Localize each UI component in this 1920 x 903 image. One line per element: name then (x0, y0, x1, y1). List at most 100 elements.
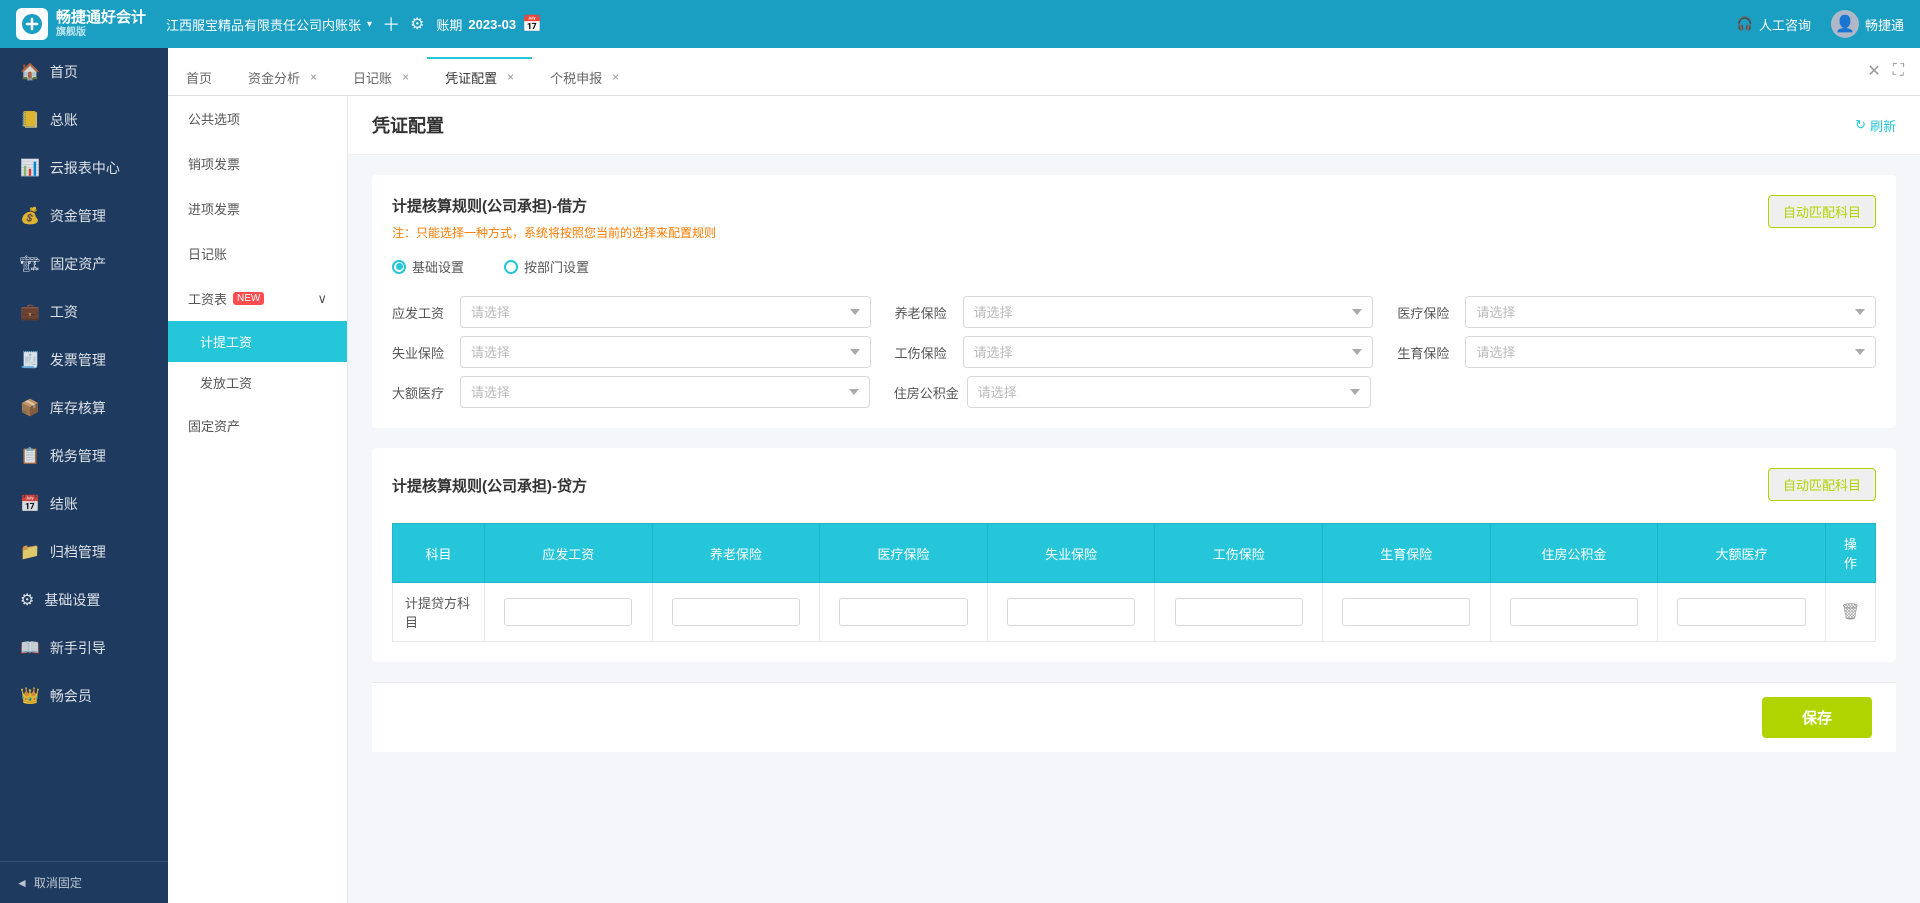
select-yingfa[interactable]: 请选择 (460, 296, 871, 328)
close-window-icon[interactable]: ✕ (1867, 61, 1880, 81)
sidebar-item-ledger[interactable]: 📒 总账 (0, 96, 168, 144)
input-td-shiye[interactable] (1007, 598, 1135, 626)
delete-row-icon[interactable]: 🗑 (1840, 604, 1860, 621)
table-header-row: 科目 应发工资 养老保险 医疗保险 失业保险 工伤保险 生育保险 住房公积金 大… (393, 524, 1876, 583)
company-selector[interactable]: 江西服宝精品有限责任公司内账张 ▾ (166, 15, 372, 34)
left-nav-pay-salary-label: 发放工资 (200, 376, 252, 391)
tab-tax-report-close[interactable]: × (612, 70, 619, 84)
select-daextra[interactable]: 请选择 (460, 376, 870, 408)
td-zhufang (1490, 583, 1658, 642)
input-td-daextra[interactable] (1677, 598, 1805, 626)
tab-tax-report[interactable]: 个税申报 × (532, 57, 637, 95)
select-yiliao[interactable]: 请选择 (1465, 296, 1876, 328)
sidebar-item-label: 工资 (50, 302, 78, 322)
sidebar-item-archive[interactable]: 📁 归档管理 (0, 528, 168, 576)
td-daextra (1658, 583, 1826, 642)
radio-basic-dot (392, 260, 406, 274)
calendar-icon[interactable]: 📅 (522, 14, 542, 34)
cancel-fixed-button[interactable]: ◄ 取消固定 (0, 861, 168, 903)
sidebar-item-label: 首页 (50, 62, 78, 82)
sidebar-item-salary[interactable]: 💼 工资 (0, 288, 168, 336)
tab-journal-close[interactable]: × (402, 70, 409, 84)
label-yingfa: 应发工资 (392, 303, 452, 322)
save-bar: 保存 (372, 682, 1896, 752)
auto-match-credit-button[interactable]: 自动匹配科目 (1768, 468, 1876, 501)
tab-voucher-config[interactable]: 凭证配置 × (427, 57, 532, 95)
main-panel: 凭证配置 ↻ 刷新 计提核算规则(公司承担)-借方 注：只能选择一种方式，系统将… (348, 96, 1920, 903)
left-nav-public[interactable]: 公共选项 (168, 96, 347, 141)
tax-icon: 📋 (20, 446, 40, 466)
tab-bar-right: ✕ ⛶ (1851, 48, 1920, 95)
tab-fund-analysis[interactable]: 资金分析 × (230, 57, 335, 95)
tab-journal[interactable]: 日记账 × (335, 57, 427, 95)
tab-fund-analysis-close[interactable]: × (310, 70, 317, 84)
period-label: 账期 (436, 15, 462, 34)
input-td-yanglao[interactable] (672, 598, 800, 626)
input-td-yiliao[interactable] (839, 598, 967, 626)
input-td-shengyu[interactable] (1342, 598, 1470, 626)
td-gongshang (1155, 583, 1323, 642)
td-yiliao (820, 583, 988, 642)
td-yanglao (652, 583, 820, 642)
credit-table: 科目 应发工资 养老保险 医疗保险 失业保险 工伤保险 生育保险 住房公积金 大… (392, 523, 1876, 642)
th-subject: 科目 (393, 524, 485, 583)
page-title: 凭证配置 (372, 112, 444, 138)
select-zhufang[interactable]: 请选择 (967, 376, 1372, 408)
sidebar-item-close[interactable]: 📅 结账 (0, 480, 168, 528)
left-nav-fixed-asset[interactable]: 固定资产 (168, 403, 347, 448)
tab-home-label: 首页 (186, 68, 212, 87)
select-shiye[interactable]: 请选择 (460, 336, 871, 368)
select-shengyu[interactable]: 请选择 (1465, 336, 1876, 368)
sidebar-item-guide[interactable]: 📖 新手引导 (0, 624, 168, 672)
sidebar-item-label: 新手引导 (50, 638, 106, 658)
inventory-icon: 📦 (20, 398, 40, 418)
sidebar-item-fixed[interactable]: 🏗 固定资产 (0, 240, 168, 288)
sidebar-item-report[interactable]: 📊 云报表中心 (0, 144, 168, 192)
company-name: 江西服宝精品有限责任公司内账张 (166, 15, 361, 34)
select-gongshang[interactable]: 请选择 (963, 336, 1374, 368)
select-yanglao[interactable]: 请选择 (963, 296, 1374, 328)
left-nav-calc-salary[interactable]: 计提工资 (168, 321, 347, 362)
left-nav-sales[interactable]: 销项发票 (168, 141, 347, 186)
tab-voucher-config-close[interactable]: × (507, 70, 514, 84)
sidebar-item-label: 库存核算 (50, 398, 106, 418)
support-button[interactable]: 🎧 人工咨询 (1737, 15, 1811, 34)
left-nav-salary-table[interactable]: 工资表 NEW ∨ (168, 276, 347, 321)
settings-sidebar-icon: ⚙ (20, 590, 34, 610)
guide-icon: 📖 (20, 638, 40, 658)
add-button[interactable]: ＋ (382, 11, 400, 37)
avatar: 👤 (1831, 10, 1859, 38)
tab-home[interactable]: 首页 (168, 57, 230, 95)
left-nav-pay-salary[interactable]: 发放工资 (168, 362, 347, 403)
page-content: 公共选项 销项发票 进项发票 日记账 工资表 NEW ∨ (168, 96, 1920, 903)
input-td-yingfa[interactable] (504, 598, 632, 626)
sidebar-item-fund[interactable]: 💰 资金管理 (0, 192, 168, 240)
sidebar-item-label: 归档管理 (50, 542, 106, 562)
sidebar-item-inventory[interactable]: 📦 库存核算 (0, 384, 168, 432)
form-item-zhufang: 住房公积金 请选择 (894, 376, 1372, 408)
section-credit-title: 计提核算规则(公司承担)-贷方 (392, 475, 587, 496)
sidebar-item-home[interactable]: 🏠 首页 (0, 48, 168, 96)
radio-basic[interactable]: 基础设置 (392, 257, 464, 276)
sidebar-item-settings[interactable]: ⚙ 基础设置 (0, 576, 168, 624)
sidebar-item-member[interactable]: 👑 畅会员 (0, 672, 168, 720)
sidebar-item-label: 税务管理 (50, 446, 106, 466)
left-nav-journal[interactable]: 日记账 (168, 231, 347, 276)
user-menu[interactable]: 👤 畅捷通 (1831, 10, 1904, 38)
radio-department[interactable]: 按部门设置 (504, 257, 589, 276)
input-td-zhufang[interactable] (1510, 598, 1638, 626)
expand-window-icon[interactable]: ⛶ (1893, 62, 1904, 80)
sidebar-item-invoice[interactable]: 🧾 发票管理 (0, 336, 168, 384)
refresh-button[interactable]: ↻ 刷新 (1855, 116, 1896, 135)
settings-icon[interactable]: ⚙ (410, 14, 424, 34)
label-yanglao: 养老保险 (895, 303, 955, 322)
th-yingfa: 应发工资 (484, 524, 652, 583)
save-button[interactable]: 保存 (1762, 697, 1872, 738)
left-nav-salary-table-label: 工资表 (188, 289, 227, 308)
company-chevron-icon: ▾ (367, 19, 372, 30)
left-nav-purchase[interactable]: 进项发票 (168, 186, 347, 231)
sidebar-item-tax[interactable]: 📋 税务管理 (0, 432, 168, 480)
input-td-gongshang[interactable] (1175, 598, 1303, 626)
auto-match-debit-button[interactable]: 自动匹配科目 (1768, 195, 1876, 228)
left-nav-journal-label: 日记账 (188, 244, 227, 263)
